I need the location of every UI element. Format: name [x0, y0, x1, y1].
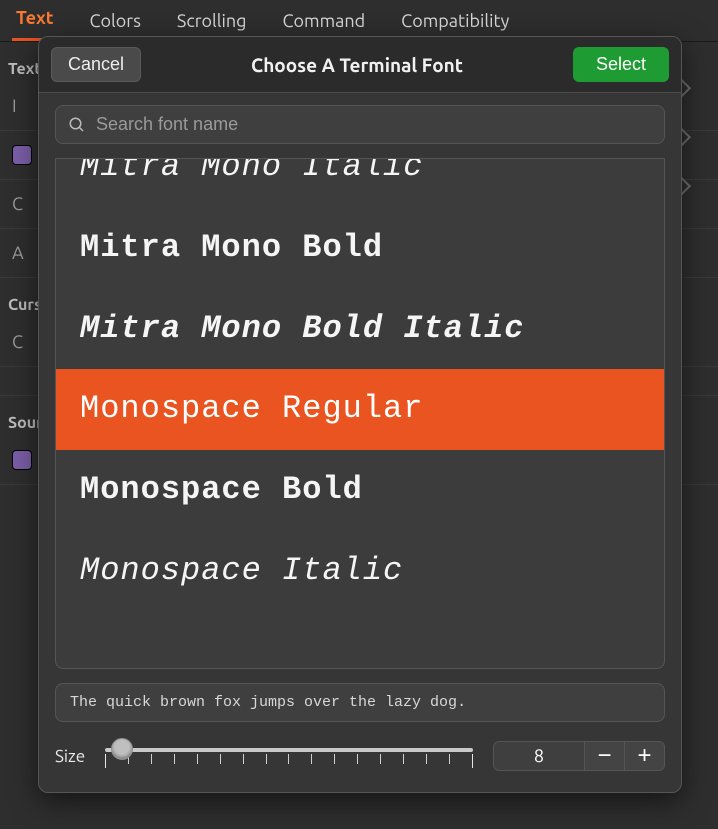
font-dialog: Cancel Choose A Terminal Font Select Mit…: [38, 36, 682, 793]
font-item-selected[interactable]: Monospace Regular: [56, 369, 664, 450]
font-item[interactable]: Mitra Mono Bold: [56, 208, 664, 289]
size-decrease-button[interactable]: −: [584, 742, 624, 770]
slider-track: [105, 748, 473, 752]
color-swatch: [12, 145, 32, 165]
dialog-title: Choose A Terminal Font: [251, 54, 463, 76]
sound-swatch: [12, 450, 32, 470]
font-item[interactable]: Mitra Mono Italic: [56, 158, 664, 208]
font-item[interactable]: Monospace Italic: [56, 531, 664, 612]
row-letter: C: [12, 332, 23, 352]
search-icon: [68, 116, 86, 134]
size-spin: 8 − +: [493, 741, 665, 771]
font-item[interactable]: Monospace Bold: [56, 450, 664, 531]
row-letter: A: [12, 243, 24, 263]
font-item[interactable]: Mitra Mono Bold Italic: [56, 289, 664, 370]
row-letter: I: [12, 96, 17, 116]
dialog-header: Cancel Choose A Terminal Font Select: [39, 37, 681, 93]
slider-ticks: [105, 754, 473, 768]
select-button[interactable]: Select: [573, 47, 669, 82]
slider-thumb[interactable]: [111, 738, 133, 760]
cancel-button[interactable]: Cancel: [51, 47, 141, 82]
font-list[interactable]: Mitra Mono Italic Mitra Mono Bold Mitra …: [55, 158, 665, 669]
search-field[interactable]: [55, 105, 665, 144]
preview-text: The quick brown fox jumps over the lazy …: [55, 683, 665, 722]
size-label: Size: [55, 747, 85, 766]
size-increase-button[interactable]: +: [624, 742, 664, 770]
search-input[interactable]: [96, 114, 652, 135]
dialog-body: Mitra Mono Italic Mitra Mono Bold Mitra …: [39, 93, 681, 792]
row-letter: C: [12, 194, 23, 214]
size-row: Size 8 − +: [55, 736, 665, 780]
size-slider[interactable]: [99, 738, 479, 774]
size-value[interactable]: 8: [494, 742, 584, 770]
